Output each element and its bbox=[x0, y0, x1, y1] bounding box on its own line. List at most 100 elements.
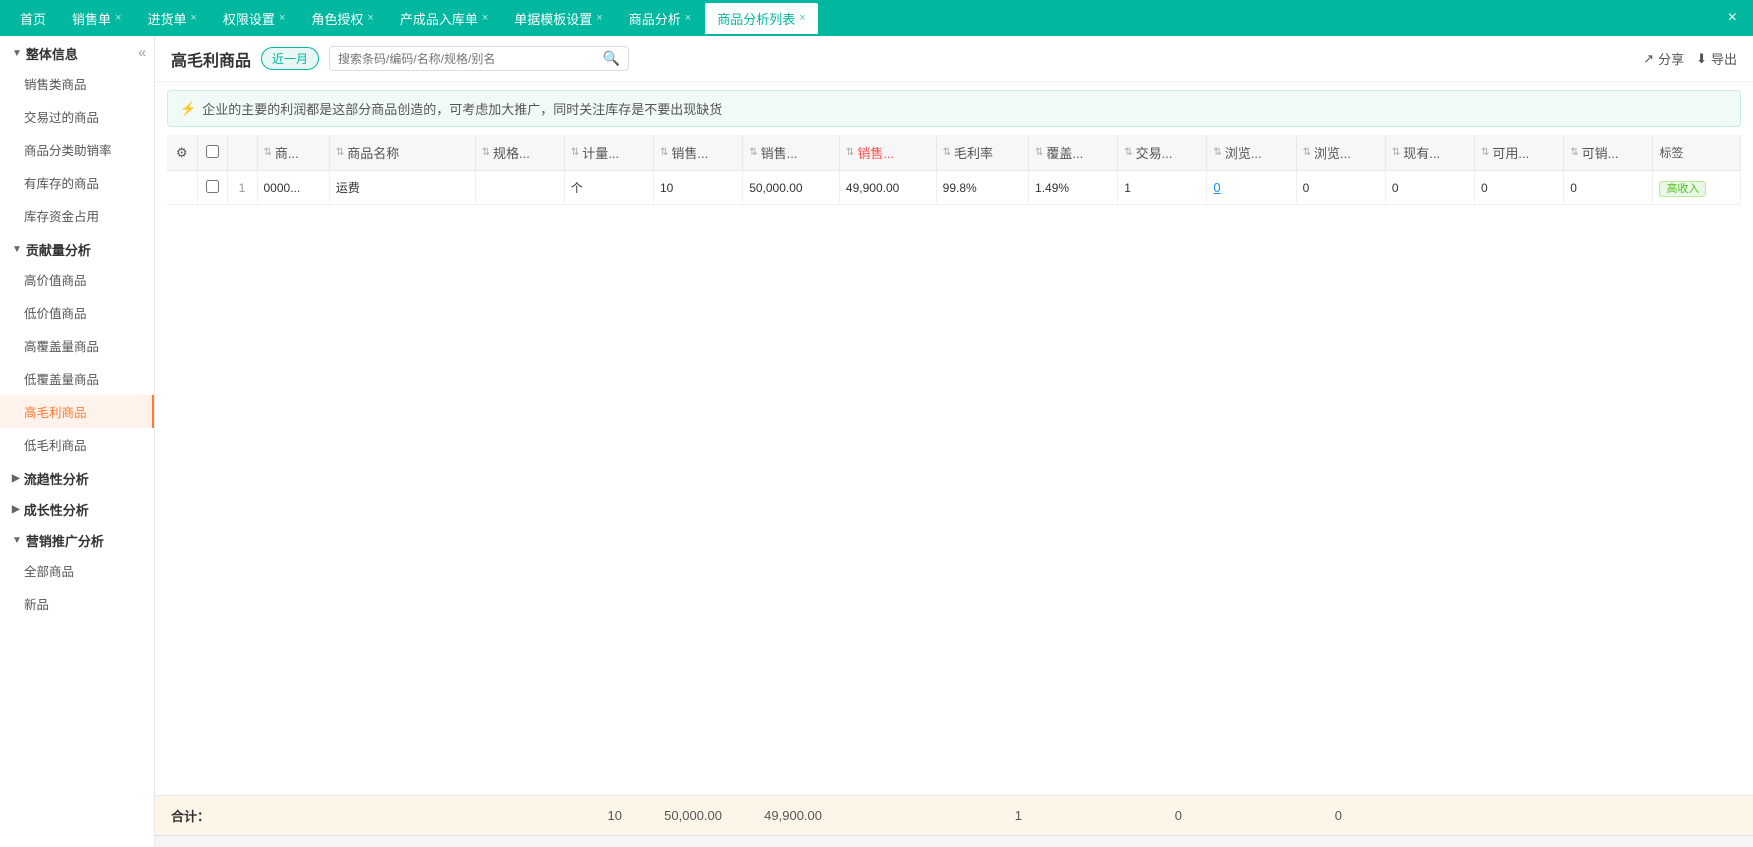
footer-spacer5 bbox=[828, 812, 888, 820]
footer-spacer bbox=[218, 812, 308, 820]
nav-tab-template[interactable]: 单据模板设置 × bbox=[502, 3, 614, 34]
coverage-column-header[interactable]: ⇅覆盖... bbox=[1029, 135, 1118, 171]
sidebar: « ▼ 整体信息 销售类商品 交易过的商品 商品分类助销率 有库存的商品 库存资… bbox=[0, 36, 155, 847]
available2-column-header[interactable]: ⇅可用... bbox=[1475, 135, 1564, 171]
sort-icon: ⇅ bbox=[264, 147, 272, 158]
sort-icon-6: ⇅ bbox=[749, 147, 757, 158]
sort-icon-7: ⇅ bbox=[846, 147, 854, 158]
horizontal-scrollbar[interactable] bbox=[155, 835, 1753, 847]
close-sales-tab[interactable]: × bbox=[115, 12, 121, 24]
sidebar-item-category-rate[interactable]: 商品分类助销率 bbox=[0, 133, 154, 166]
content-area: 高毛利商品 近一月 🔍 ↗ 分享 ⬇ 导出 ⚡ 企业的主要的利润都是这部分商品创… bbox=[155, 36, 1753, 847]
sort-icon-3: ⇅ bbox=[482, 147, 490, 158]
sidebar-collapse-button[interactable]: « bbox=[138, 44, 146, 60]
nav-tab-product-stock[interactable]: 产成品入库单 × bbox=[388, 3, 500, 34]
sort-icon-11: ⇅ bbox=[1213, 147, 1221, 158]
share-button[interactable]: ↗ 分享 bbox=[1643, 49, 1684, 68]
footer-browse1 bbox=[1028, 812, 1108, 820]
sidebar-item-traded-goods[interactable]: 交易过的商品 bbox=[0, 100, 154, 133]
page-title: 高毛利商品 bbox=[171, 47, 251, 71]
close-roles-tab[interactable]: × bbox=[367, 12, 373, 24]
export-button[interactable]: ⬇ 导出 bbox=[1696, 49, 1737, 68]
sellable-column-header[interactable]: ⇅可销... bbox=[1564, 135, 1653, 171]
data-table: ⚙ ⇅商... ⇅商品名称 ⇅规格... bbox=[167, 135, 1741, 205]
sidebar-group-overall[interactable]: ▼ 整体信息 bbox=[0, 36, 154, 67]
footer-sales-amount: 50,000.00 bbox=[628, 804, 728, 827]
transactions-column-header[interactable]: ⇅交易... bbox=[1118, 135, 1207, 171]
sort-icon-14: ⇅ bbox=[1481, 147, 1489, 158]
browse1-column-header[interactable]: ⇅浏览... bbox=[1207, 135, 1296, 171]
select-all-checkbox[interactable] bbox=[206, 145, 219, 158]
footer-label: 合计： bbox=[171, 806, 210, 825]
unit-column-header[interactable]: ⇅计量... bbox=[564, 135, 653, 171]
nav-tab-permissions[interactable]: 权限设置 × bbox=[211, 3, 297, 34]
scrollbar-inner bbox=[155, 836, 1753, 837]
info-text: 企业的主要的利润都是这部分商品创造的，可考虑加大推广，同时关注库存是不要出现缺货 bbox=[202, 99, 722, 118]
period-button[interactable]: 近一月 bbox=[261, 47, 319, 70]
name-column-header[interactable]: ⇅商品名称 bbox=[329, 135, 475, 171]
table-header-row: ⚙ ⇅商... ⇅商品名称 ⇅规格... bbox=[167, 135, 1741, 171]
row-name: 运费 bbox=[329, 171, 475, 205]
close-permissions-tab[interactable]: × bbox=[279, 12, 285, 24]
content-header: 高毛利商品 近一月 🔍 ↗ 分享 ⬇ 导出 bbox=[155, 36, 1753, 82]
row-checkbox[interactable] bbox=[197, 171, 227, 205]
gross-rate-column-header[interactable]: ⇅毛利率 bbox=[936, 135, 1028, 171]
nav-tab-roles[interactable]: 角色授权 × bbox=[299, 3, 385, 34]
sidebar-item-sales-goods[interactable]: 销售类商品 bbox=[0, 67, 154, 100]
close-purchase-tab[interactable]: × bbox=[190, 12, 196, 24]
close-all-button[interactable]: × bbox=[1720, 5, 1745, 31]
sidebar-item-high-coverage[interactable]: 高覆盖量商品 bbox=[0, 329, 154, 362]
sidebar-group-contribution[interactable]: ▼ 贡献量分析 bbox=[0, 232, 154, 263]
sidebar-item-low-coverage[interactable]: 低覆盖量商品 bbox=[0, 362, 154, 395]
arrow-down-icon-3: ▼ bbox=[12, 535, 22, 546]
sidebar-item-low-margin[interactable]: 低毛利商品 bbox=[0, 428, 154, 461]
share-icon: ↗ bbox=[1643, 51, 1654, 67]
nav-tab-sales[interactable]: 销售单 × bbox=[60, 3, 133, 34]
code-column-header[interactable]: ⇅商... bbox=[257, 135, 329, 171]
footer-sales-qty: 10 bbox=[548, 804, 628, 827]
info-icon: ⚡ bbox=[180, 101, 196, 117]
arrow-right-icon-2: ▶ bbox=[12, 504, 20, 515]
sidebar-item-high-margin[interactable]: 高毛利商品 bbox=[0, 395, 154, 428]
info-bar: ⚡ 企业的主要的利润都是这部分商品创造的，可考虑加大推广，同时关注库存是不要出现… bbox=[167, 90, 1741, 127]
sort-icon-12: ⇅ bbox=[1303, 147, 1311, 158]
sidebar-item-stock-capital[interactable]: 库存资金占用 bbox=[0, 199, 154, 232]
search-box: 🔍 bbox=[329, 46, 629, 71]
sales-qty-column-header[interactable]: ⇅销售... bbox=[654, 135, 743, 171]
row-code: 0000... bbox=[257, 171, 329, 205]
settings-column-header[interactable]: ⚙ bbox=[167, 135, 197, 171]
footer-available1 bbox=[1188, 812, 1268, 820]
nav-tab-purchase[interactable]: 进货单 × bbox=[135, 3, 208, 34]
sidebar-item-high-value[interactable]: 高价值商品 bbox=[0, 263, 154, 296]
sidebar-group-marketing[interactable]: ▼ 营销推广分析 bbox=[0, 523, 154, 554]
sidebar-item-all-goods[interactable]: 全部商品 bbox=[0, 554, 154, 587]
close-product-stock-tab[interactable]: × bbox=[482, 12, 488, 24]
sidebar-group-trend[interactable]: ▶ 流趋性分析 bbox=[0, 461, 154, 492]
table-container[interactable]: ⚙ ⇅商... ⇅商品名称 ⇅规格... bbox=[167, 135, 1741, 795]
nav-tab-product-analysis-list[interactable]: 商品分析列表 × bbox=[705, 3, 817, 34]
close-product-analysis-list-tab[interactable]: × bbox=[799, 12, 805, 24]
spec-column-header[interactable]: ⇅规格... bbox=[475, 135, 564, 171]
table-body: 1 0000... 运费 个 10 50,000.00 49,900.00 99… bbox=[167, 171, 1741, 205]
search-input[interactable] bbox=[338, 52, 603, 66]
available1-column-header[interactable]: ⇅现有... bbox=[1385, 135, 1474, 171]
sidebar-item-low-value[interactable]: 低价值商品 bbox=[0, 296, 154, 329]
footer-spacer4 bbox=[468, 812, 548, 820]
checkbox-column-header[interactable] bbox=[197, 135, 227, 171]
nav-tab-product-analysis[interactable]: 商品分析 × bbox=[617, 3, 703, 34]
row-gross-rate: 99.8% bbox=[936, 171, 1028, 205]
footer-transactions: 1 bbox=[948, 804, 1028, 827]
sidebar-item-new-goods[interactable]: 新品 bbox=[0, 587, 154, 620]
row-sales-cost: 49,900.00 bbox=[839, 171, 936, 205]
footer-spacer3 bbox=[388, 812, 468, 820]
row-browse1[interactable]: 0 bbox=[1207, 171, 1296, 205]
close-product-analysis-tab[interactable]: × bbox=[685, 12, 691, 24]
close-template-tab[interactable]: × bbox=[596, 12, 602, 24]
sort-icon-10: ⇅ bbox=[1124, 147, 1132, 158]
sidebar-group-growth[interactable]: ▶ 成长性分析 bbox=[0, 492, 154, 523]
sales-amount-column-header[interactable]: ⇅销售... bbox=[743, 135, 840, 171]
nav-tab-home[interactable]: 首页 bbox=[8, 3, 58, 34]
browse2-column-header[interactable]: ⇅浏览... bbox=[1296, 135, 1385, 171]
sidebar-item-in-stock[interactable]: 有库存的商品 bbox=[0, 166, 154, 199]
sales-cost-column-header[interactable]: ⇅销售... bbox=[839, 135, 936, 171]
